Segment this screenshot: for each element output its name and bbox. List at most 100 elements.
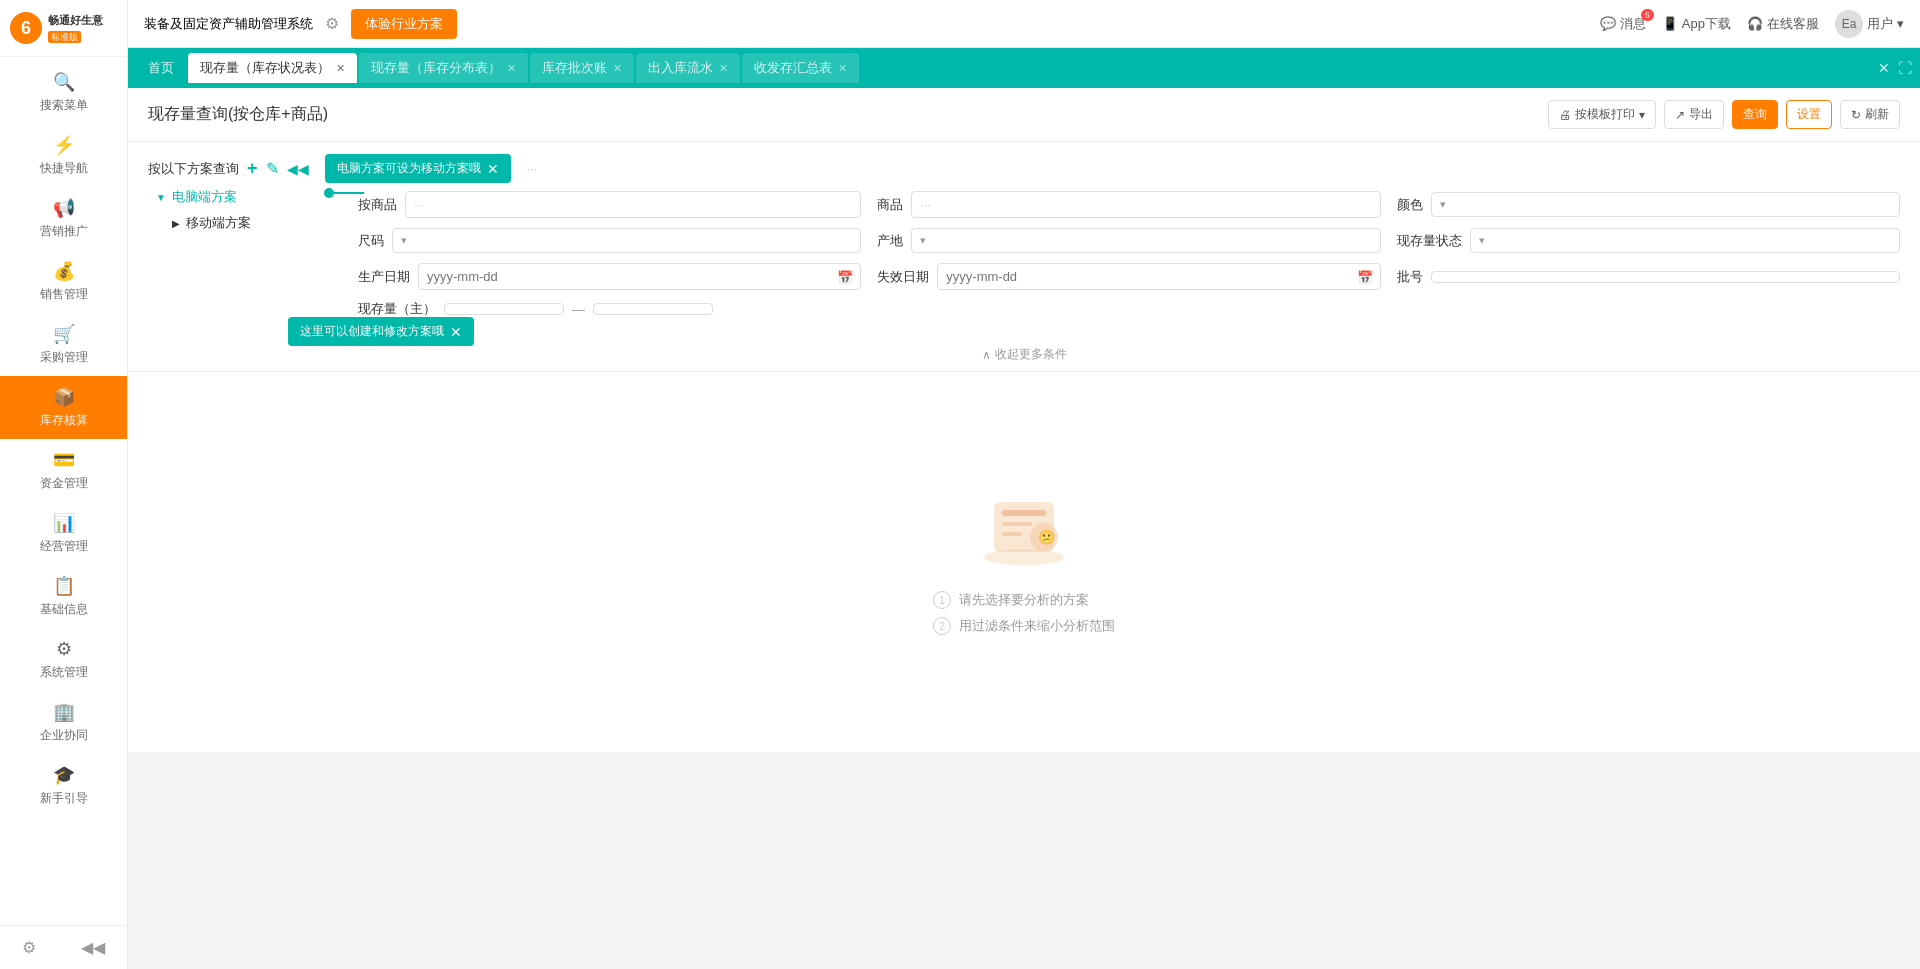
tooltip1-close-icon[interactable]: ✕: [487, 161, 499, 177]
sidebar-item-basic-info[interactable]: 📋 基础信息: [0, 565, 127, 628]
sidebar-item-operations[interactable]: 📊 经营管理: [0, 502, 127, 565]
product-dots: ···: [920, 197, 931, 212]
origin-select[interactable]: ▾: [911, 228, 1380, 253]
tree-arrow-right: ▶: [172, 218, 180, 229]
system-icon: ⚙: [56, 638, 72, 660]
svg-rect-4: [1002, 532, 1022, 536]
sidebar-bottom: ⚙ ◀◀: [0, 925, 127, 969]
tooltip2-close-icon[interactable]: ✕: [450, 324, 462, 340]
tab-inventory-dist[interactable]: 现存量（库存分布表） ✕: [359, 53, 528, 83]
prod-date-calendar-icon[interactable]: 📅: [837, 269, 853, 284]
sidebar-item-guide[interactable]: 🎓 新手引导: [0, 754, 127, 817]
color-label: 颜色: [1397, 196, 1423, 214]
color-select[interactable]: ▾: [1431, 192, 1900, 217]
notification-icon: 💬: [1600, 16, 1616, 31]
sidebar-item-finance[interactable]: 💳 资金管理: [0, 439, 127, 502]
batch-label: 批号: [1397, 268, 1423, 286]
back-icon[interactable]: ◀◀: [287, 161, 309, 177]
settings-bottom-icon[interactable]: ⚙: [22, 938, 36, 957]
online-support-item[interactable]: 🎧 在线客服: [1747, 15, 1819, 33]
search-menu-icon: 🔍: [53, 71, 75, 93]
maximize-icon[interactable]: ⛶: [1898, 60, 1912, 76]
stock-status-select[interactable]: ▾: [1470, 228, 1900, 253]
connector-line: [334, 192, 364, 194]
product-label: 商品: [877, 196, 903, 214]
tab-home[interactable]: 首页: [136, 53, 186, 83]
tab-summary[interactable]: 收发存汇总表 ✕: [742, 53, 859, 83]
tree-mobile[interactable]: ▶ 移动端方案: [148, 210, 333, 236]
more-dots-1[interactable]: ···: [527, 161, 538, 176]
scheme-tree: ▼ 电脑端方案 ▶ 移动端方案: [148, 184, 333, 236]
svg-rect-2: [1002, 510, 1046, 516]
tab-close-2[interactable]: ✕: [613, 62, 622, 75]
user-menu[interactable]: Ea 用户 ▾: [1835, 10, 1904, 38]
sidebar-item-inventory[interactable]: 📦 库存核算: [0, 376, 127, 439]
tab-close-1[interactable]: ✕: [507, 62, 516, 75]
product-col: 商品 ···: [877, 191, 1380, 218]
add-scheme-icon[interactable]: +: [247, 158, 258, 179]
print-btn[interactable]: 🖨 按模板打印 ▾: [1548, 100, 1656, 129]
refresh-btn[interactable]: ↻ 刷新: [1840, 100, 1900, 129]
form-row-1: 按商品 ··· 商品 ··· 颜色: [358, 191, 1900, 218]
tip-item-1: 1 请先选择要分析的方案: [933, 591, 1115, 609]
origin-label: 产地: [877, 232, 903, 250]
trial-btn[interactable]: 体验行业方案: [351, 9, 457, 39]
sidebar-item-purchase[interactable]: 🛒 采购管理: [0, 313, 127, 376]
inventory-icon: 📦: [53, 386, 75, 408]
tab-close-0[interactable]: ✕: [336, 62, 345, 75]
sidebar-item-sales[interactable]: 💰 销售管理: [0, 250, 127, 313]
tab-close-4[interactable]: ✕: [838, 62, 847, 75]
close-all-tab-icon[interactable]: ✕: [1878, 60, 1890, 76]
product-select[interactable]: ···: [911, 191, 1380, 218]
sidebar-item-enterprise[interactable]: 🏢 企业协同: [0, 691, 127, 754]
size-select[interactable]: ▾: [392, 228, 861, 253]
stock-main-to[interactable]: [593, 303, 713, 315]
sidebar-item-system[interactable]: ⚙ 系统管理: [0, 628, 127, 691]
filter-label-row: 按以下方案查询 + ✎ ◀◀ 电脑方案可设为移动方案哦 ✕ ···: [148, 154, 1900, 183]
quick-nav-icon: ⚡: [53, 134, 75, 156]
batch-input-wrapper[interactable]: [1431, 271, 1900, 283]
export-icon: ↗: [1675, 108, 1685, 122]
sidebar-item-marketing[interactable]: 📢 营销推广: [0, 187, 127, 250]
header: 装备及固定资产辅助管理系统 ⚙ 体验行业方案 💬 消息 6 📱 App下载 🎧 …: [128, 0, 1920, 48]
sidebar-item-quick-nav[interactable]: ⚡ 快捷导航: [0, 124, 127, 187]
tab-inventory-status[interactable]: 现存量（库存状况表） ✕: [188, 53, 357, 83]
header-right: 💬 消息 6 📱 App下载 🎧 在线客服 Ea 用户 ▾: [1600, 10, 1904, 38]
stock-main-from[interactable]: [444, 303, 564, 315]
warehouse-select[interactable]: ···: [405, 191, 861, 218]
print-icon: 🖨: [1559, 108, 1571, 122]
notification-item[interactable]: 💬 消息 6: [1600, 15, 1646, 33]
svg-text:😕: 😕: [1038, 529, 1056, 546]
tab-close-3[interactable]: ✕: [719, 62, 728, 75]
tabs-bar: 首页 现存量（库存状况表） ✕ 现存量（库存分布表） ✕ 库存批次账 ✕ 出入库…: [128, 48, 1920, 88]
size-label: 尺码: [358, 232, 384, 250]
prod-date-label: 生产日期: [358, 268, 410, 286]
refresh-icon: ↻: [1851, 108, 1861, 122]
origin-col: 产地 ▾: [877, 228, 1380, 253]
headset-icon: 🎧: [1747, 16, 1763, 31]
mobile-icon: 📱: [1662, 16, 1678, 31]
user-dropdown-icon: ▾: [1897, 16, 1904, 31]
tab-inout-flow[interactable]: 出入库流水 ✕: [636, 53, 740, 83]
filter-label-text: 按以下方案查询: [148, 160, 239, 178]
system-name: 装备及固定资产辅助管理系统: [144, 15, 313, 33]
sidebar-item-search-menu[interactable]: 🔍 搜索菜单: [0, 61, 127, 124]
expiry-date-input[interactable]: [937, 263, 1380, 290]
tooltip-create-scheme: 这里可以创建和修改方案哦 ✕: [288, 317, 474, 346]
prod-date-input[interactable]: [418, 263, 861, 290]
guide-icon: 🎓: [53, 764, 75, 786]
set-btn[interactable]: 设置: [1786, 100, 1832, 129]
tab-batch-account[interactable]: 库存批次账 ✕: [530, 53, 634, 83]
collapse-btn[interactable]: ∧ 收起更多条件: [982, 346, 1067, 363]
tree-arrow-down: ▼: [156, 192, 166, 203]
export-btn[interactable]: ↗ 导出: [1664, 100, 1724, 129]
filter-container: 按以下方案查询 + ✎ ◀◀ 电脑方案可设为移动方案哦 ✕ ···: [128, 142, 1920, 338]
tree-desktop[interactable]: ▼ 电脑端方案: [148, 184, 333, 210]
edit-scheme-icon[interactable]: ✎: [266, 159, 279, 178]
gear-icon[interactable]: ⚙: [325, 14, 339, 33]
collapse-sidebar-icon[interactable]: ◀◀: [81, 938, 105, 957]
search-btn[interactable]: 查询: [1732, 100, 1778, 129]
finance-icon: 💳: [53, 449, 75, 471]
app-download-item[interactable]: 📱 App下载: [1662, 15, 1731, 33]
expiry-date-calendar-icon[interactable]: 📅: [1357, 269, 1373, 284]
